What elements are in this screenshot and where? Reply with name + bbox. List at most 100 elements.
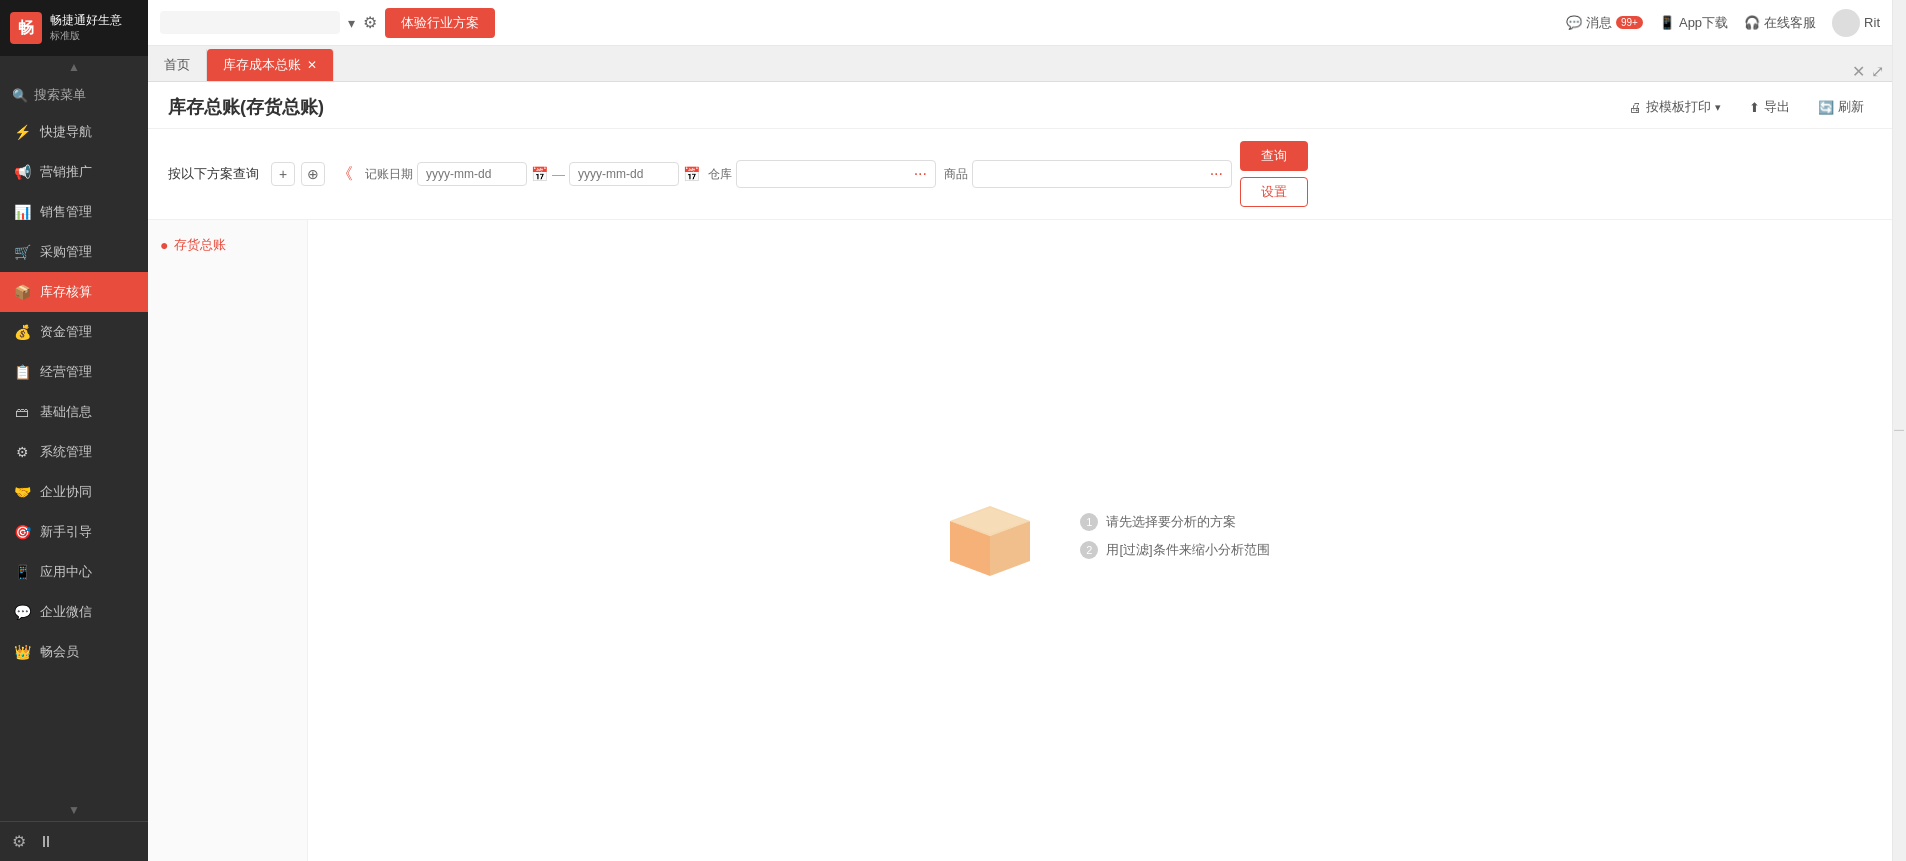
- tab-home[interactable]: 首页: [148, 49, 207, 81]
- username-label: Rit: [1864, 15, 1880, 30]
- message-button[interactable]: 💬 消息 99+: [1566, 14, 1643, 32]
- step-2-badge: 2: [1080, 541, 1098, 559]
- sidebar: 畅 畅捷通好生意 标准版 ▲ 🔍 搜索菜单 ⚡ 快捷导航 📢 营销推广 📊 销售…: [0, 0, 148, 861]
- query-button[interactable]: 查询: [1240, 141, 1308, 171]
- user-avatar: [1832, 9, 1860, 37]
- product-filter: 商品 ···: [944, 160, 1232, 188]
- sidebar-nav: ⚡ 快捷导航 📢 营销推广 📊 销售管理 🛒 采购管理 📦 库存核算 💰 资金管…: [0, 112, 148, 799]
- app-download-button[interactable]: 📱 App下载: [1659, 14, 1728, 32]
- page-wrap: 库存总账(存货总账) 🖨 按模板打印 ▾ ⬆ 导出 🔄 刷新: [148, 82, 1892, 861]
- date-separator: —: [552, 167, 565, 182]
- sidebar-item-guide[interactable]: 🎯 新手引导: [0, 512, 148, 552]
- sidebar-item-wechat[interactable]: 💬 企业微信: [0, 592, 148, 632]
- export-icon: ⬆: [1749, 100, 1760, 115]
- expand-icon[interactable]: ⤢: [1871, 62, 1884, 81]
- settings-footer-icon[interactable]: ⚙: [12, 832, 26, 851]
- page-actions: 🖨 按模板打印 ▾ ⬆ 导出 🔄 刷新: [1621, 94, 1872, 120]
- step-1-badge: 1: [1080, 513, 1098, 531]
- marketing-icon: 📢: [12, 162, 32, 182]
- refresh-icon: 🔄: [1818, 100, 1834, 115]
- phone-icon: 📱: [1659, 15, 1675, 30]
- date-start-input[interactable]: [417, 162, 527, 186]
- filter-collapse-button[interactable]: 《: [337, 164, 353, 185]
- settings-button[interactable]: 设置: [1240, 177, 1308, 207]
- tab-close-icon[interactable]: ✕: [307, 58, 317, 72]
- user-avatar-area[interactable]: Rit: [1832, 9, 1880, 37]
- scheme-item-inventory[interactable]: ● 存货总账: [148, 228, 307, 262]
- sidebar-item-quick-nav[interactable]: ⚡ 快捷导航: [0, 112, 148, 152]
- topbar-search-area[interactable]: [160, 11, 340, 34]
- filter-label: 按以下方案查询: [168, 165, 259, 183]
- right-panel: |: [1892, 0, 1906, 861]
- sidebar-item-inventory[interactable]: 📦 库存核算: [0, 272, 148, 312]
- topbar-right: 💬 消息 99+ 📱 App下载 🎧 在线客服 Rit: [1566, 9, 1880, 37]
- app-title: 畅捷通好生意: [50, 13, 122, 29]
- quick-nav-icon: ⚡: [12, 122, 32, 142]
- right-panel-tab[interactable]: |: [1894, 429, 1905, 432]
- print-dropdown-icon: ▾: [1715, 101, 1721, 114]
- box-svg: [930, 481, 1050, 601]
- hint-item-2: 2 用[过滤]条件来缩小分析范围: [1080, 541, 1269, 559]
- filter-settings-button[interactable]: ⊕: [301, 162, 325, 186]
- empty-state-inner: 1 请先选择要分析的方案 2 用[过滤]条件来缩小分析范围: [930, 481, 1269, 601]
- app-center-icon: 📱: [12, 562, 32, 582]
- sidebar-footer: ⚙ ⏸: [0, 821, 148, 861]
- app-subtitle: 标准版: [50, 29, 122, 43]
- online-service-button[interactable]: 🎧 在线客服: [1744, 14, 1816, 32]
- page-content: 库存总账(存货总账) 🖨 按模板打印 ▾ ⬆ 导出 🔄 刷新: [148, 82, 1892, 861]
- product-label: 商品: [944, 166, 968, 183]
- sidebar-item-app-center[interactable]: 📱 应用中心: [0, 552, 148, 592]
- sidebar-item-sales[interactable]: 📊 销售管理: [0, 192, 148, 232]
- collapse-icon[interactable]: ⏸: [38, 833, 54, 851]
- wechat-icon: 💬: [12, 602, 32, 622]
- product-select[interactable]: ···: [972, 160, 1232, 188]
- topbar-left: ▾ ⚙ 体验行业方案: [160, 8, 1566, 38]
- industry-solution-button[interactable]: 体验行业方案: [385, 8, 495, 38]
- export-button[interactable]: ⬆ 导出: [1741, 94, 1798, 120]
- warehouse-select[interactable]: ···: [736, 160, 936, 188]
- date-filter: 记账日期 📅 — 📅: [365, 162, 700, 186]
- topbar: ▾ ⚙ 体验行业方案 💬 消息 99+ 📱 App下载 🎧 在线客服 Rit: [148, 0, 1892, 46]
- warehouse-filter: 仓库 ···: [708, 160, 936, 188]
- topbar-dropdown-icon[interactable]: ▾: [348, 15, 355, 31]
- sidebar-item-finance[interactable]: 💰 资金管理: [0, 312, 148, 352]
- system-icon: ⚙: [12, 442, 32, 462]
- sidebar-item-marketing[interactable]: 📢 营销推广: [0, 152, 148, 192]
- filter-add-button[interactable]: +: [271, 162, 295, 186]
- date-start-icon[interactable]: 📅: [531, 166, 548, 182]
- date-end-input[interactable]: [569, 162, 679, 186]
- tab-inventory-ledger[interactable]: 库存成本总账 ✕: [207, 49, 334, 81]
- sidebar-search[interactable]: 🔍 搜索菜单: [0, 78, 148, 112]
- content-body: ● 存货总账: [148, 220, 1892, 861]
- member-icon: 👑: [12, 642, 32, 662]
- warehouse-label: 仓库: [708, 166, 732, 183]
- topbar-gear-icon[interactable]: ⚙: [363, 13, 377, 32]
- date-end-icon[interactable]: 📅: [683, 166, 700, 182]
- finance-icon: 💰: [12, 322, 32, 342]
- operations-icon: 📋: [12, 362, 32, 382]
- query-btn-group: 查询 设置: [1240, 141, 1308, 207]
- filter-row: 记账日期 📅 — 📅 仓库 ···: [365, 141, 1308, 207]
- refresh-button[interactable]: 🔄 刷新: [1810, 94, 1872, 120]
- print-button[interactable]: 🖨 按模板打印 ▾: [1621, 94, 1729, 120]
- sidebar-item-operations[interactable]: 📋 经营管理: [0, 352, 148, 392]
- scroll-up-indicator[interactable]: ▲: [0, 56, 148, 78]
- main-area: ▾ ⚙ 体验行业方案 💬 消息 99+ 📱 App下载 🎧 在线客服 Rit: [148, 0, 1892, 861]
- warehouse-more-icon[interactable]: ···: [914, 165, 927, 183]
- topbar-search-input[interactable]: [168, 15, 332, 30]
- sidebar-item-purchase[interactable]: 🛒 采购管理: [0, 232, 148, 272]
- message-badge: 99+: [1616, 16, 1643, 29]
- close-panel-icon[interactable]: ✕: [1852, 62, 1865, 81]
- sidebar-item-enterprise[interactable]: 🤝 企业协同: [0, 472, 148, 512]
- sidebar-item-basic-info[interactable]: 🗃 基础信息: [0, 392, 148, 432]
- sidebar-item-member[interactable]: 👑 畅会员: [0, 632, 148, 672]
- headset-icon: 🎧: [1744, 15, 1760, 30]
- printer-icon: 🖨: [1629, 100, 1642, 115]
- message-icon: 💬: [1566, 15, 1582, 30]
- scroll-down-indicator[interactable]: ▼: [0, 799, 148, 821]
- hint-item-1: 1 请先选择要分析的方案: [1080, 513, 1269, 531]
- sidebar-item-system[interactable]: ⚙ 系统管理: [0, 432, 148, 472]
- product-more-icon[interactable]: ···: [1210, 165, 1223, 183]
- sidebar-header: 畅 畅捷通好生意 标准版: [0, 0, 148, 56]
- sales-icon: 📊: [12, 202, 32, 222]
